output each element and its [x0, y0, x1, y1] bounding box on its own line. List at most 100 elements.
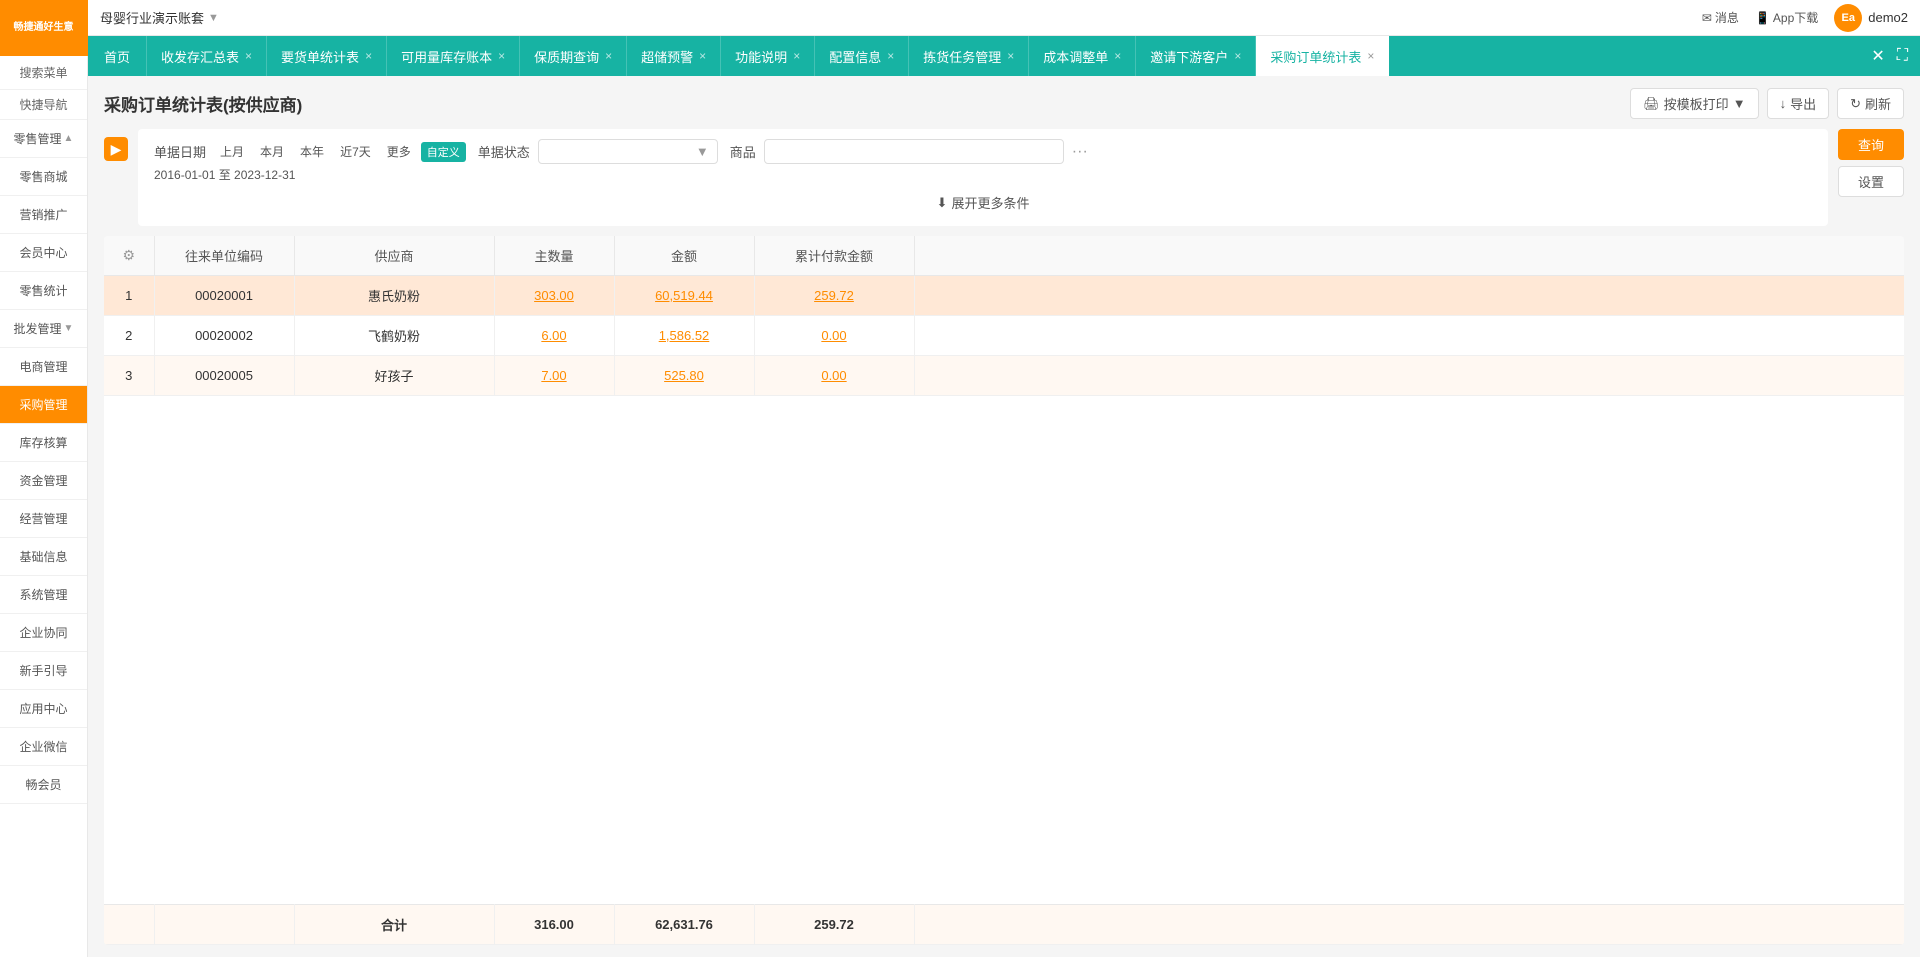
date-btn-this-month[interactable]: 本月 [254, 141, 290, 162]
sidebar-item-wechat[interactable]: 企业微信 [0, 728, 87, 766]
table-body: 1 00020001 惠氏奶粉 303.00 60,519.44 259.72 … [104, 276, 1904, 396]
gear-icon[interactable]: ⚙ [122, 247, 135, 263]
paid-link[interactable]: 0.00 [821, 368, 846, 383]
tab-purchase-stat[interactable]: 采购订单统计表 × [1256, 36, 1389, 76]
print-button[interactable]: 🖨 按模板打印 ▼ [1630, 88, 1758, 119]
tab-available-inventory[interactable]: 可用量库存账本 × [387, 36, 520, 76]
sidebar-item-wholesale[interactable]: 批发管理 ▼ [0, 310, 87, 348]
qty-link[interactable]: 7.00 [541, 368, 566, 383]
sidebar-item-system[interactable]: 系统管理 [0, 576, 87, 614]
tab-requisition-stat[interactable]: 要货单统计表 × [267, 36, 387, 76]
sidebar-item-operations[interactable]: 经营管理 [0, 500, 87, 538]
query-button[interactable]: 查询 [1838, 129, 1904, 160]
close-tab-icon[interactable]: ✕ [1867, 42, 1888, 70]
search-menu[interactable]: 搜索菜单 [0, 56, 87, 90]
qty-link[interactable]: 6.00 [541, 328, 566, 343]
sidebar-item-retail-stat[interactable]: 零售统计 [0, 272, 87, 310]
sidebar-item-purchase[interactable]: 采购管理 [0, 386, 87, 424]
expand-label: 展开更多条件 [951, 193, 1029, 212]
close-icon[interactable]: × [245, 49, 252, 63]
export-button[interactable]: ↓ 导出 [1767, 88, 1830, 119]
page-content: 采购订单统计表(按供应商) 🖨 按模板打印 ▼ ↓ 导出 ↻ 刷新 [88, 76, 1920, 957]
close-icon[interactable]: × [1234, 49, 1241, 63]
amount-link[interactable]: 60,519.44 [655, 288, 713, 303]
date-btn-7days[interactable]: 近7天 [334, 141, 377, 162]
paid-link[interactable]: 0.00 [821, 328, 846, 343]
tab-cost-adjust[interactable]: 成本调整单 × [1029, 36, 1136, 76]
table-row[interactable]: 3 00020005 好孩子 7.00 525.80 0.00 [104, 356, 1904, 396]
export-icon: ↓ [1780, 96, 1787, 111]
amount-link[interactable]: 1,586.52 [659, 328, 710, 343]
setting-button[interactable]: 设置 [1838, 166, 1904, 197]
maximize-icon[interactable]: ⛶ [1893, 43, 1912, 69]
date-btn-this-year[interactable]: 本年 [294, 141, 330, 162]
date-range-display: 2016-01-01 至 2023-12-31 [154, 166, 295, 183]
tab-invite-downstream[interactable]: 邀请下游客户 × [1136, 36, 1256, 76]
message-btn[interactable]: ✉ 消息 [1702, 9, 1739, 26]
expand-icon2: ▼ [64, 323, 74, 334]
sidebar-item-finance[interactable]: 资金管理 [0, 462, 87, 500]
close-icon[interactable]: × [498, 49, 505, 63]
close-icon[interactable]: × [605, 49, 612, 63]
close-icon[interactable]: × [1007, 49, 1014, 63]
row-index: 1 [104, 276, 154, 316]
logo-text: 畅捷通好生意 [14, 21, 74, 35]
expand-more-btn[interactable]: ⬇ 展开更多条件 [925, 189, 1042, 216]
close-icon[interactable]: × [793, 49, 800, 63]
sidebar-item-retail[interactable]: 零售管理 ▲ [0, 120, 87, 158]
sidebar-item-vip[interactable]: 畅会员 [0, 766, 87, 804]
qty-link[interactable]: 303.00 [534, 288, 574, 303]
sidebar-item-inventory[interactable]: 库存核算 [0, 424, 87, 462]
sidebar-item-ecommerce[interactable]: 电商管理 [0, 348, 87, 386]
table-header-row: ⚙ 往来单位编码 供应商 主数量 金额 累计付款金额 [104, 236, 1904, 276]
tab-overstock-warning[interactable]: 超储预警 × [627, 36, 721, 76]
app-download-btn[interactable]: 📱 App下载 [1755, 9, 1818, 26]
filter-row-date-range: 2016-01-01 至 2023-12-31 [154, 166, 1812, 183]
status-dropdown-icon: ▼ [696, 144, 709, 159]
tab-pick-task[interactable]: 拣货任务管理 × [909, 36, 1029, 76]
tabs-end-controls: ✕ ⛶ [1867, 42, 1920, 70]
sidebar-item-member[interactable]: 会员中心 [0, 234, 87, 272]
col-header-supplier: 供应商 [294, 236, 494, 276]
close-icon[interactable]: × [365, 49, 372, 63]
row-supplier: 好孩子 [294, 356, 494, 396]
row-extra [914, 276, 1904, 316]
tab-function-desc[interactable]: 功能说明 × [721, 36, 815, 76]
close-icon[interactable]: × [699, 49, 706, 63]
workspace-selector[interactable]: 母婴行业演示账套 ▼ [100, 8, 219, 27]
refresh-label: 刷新 [1865, 94, 1891, 113]
footer-empty-code [154, 905, 294, 945]
refresh-button[interactable]: ↻ 刷新 [1837, 88, 1904, 119]
close-icon[interactable]: × [887, 49, 894, 63]
date-btn-last-month[interactable]: 上月 [214, 141, 250, 162]
tab-warranty-query[interactable]: 保质期查询 × [520, 36, 627, 76]
table-row[interactable]: 2 00020002 飞鹤奶粉 6.00 1,586.52 0.00 [104, 316, 1904, 356]
sidebar-item-enterprise[interactable]: 企业协同 [0, 614, 87, 652]
filter-row-1: 单据日期 上月 本月 本年 近7天 更多 自定义 单据状态 [154, 139, 1812, 164]
sidebar-item-retail-mall[interactable]: 零售商城 [0, 158, 87, 196]
status-select[interactable]: ▼ [538, 139, 718, 164]
sidebar: 畅捷通好生意 搜索菜单 快捷导航 零售管理 ▲ 零售商城 营销推广 会员中心 零… [0, 0, 88, 957]
footer-label: 合计 [294, 905, 494, 945]
paid-link[interactable]: 259.72 [814, 288, 854, 303]
date-btn-more[interactable]: 更多 [381, 141, 417, 162]
close-icon[interactable]: × [1114, 49, 1121, 63]
sidebar-item-basic[interactable]: 基础信息 [0, 538, 87, 576]
goods-input[interactable] [764, 139, 1064, 164]
username: demo2 [1868, 10, 1908, 25]
goods-more-icon[interactable]: ··· [1072, 143, 1088, 161]
sidebar-item-newguide[interactable]: 新手引导 [0, 652, 87, 690]
amount-link[interactable]: 525.80 [664, 368, 704, 383]
quick-nav[interactable]: 快捷导航 [0, 90, 87, 120]
table-row[interactable]: 1 00020001 惠氏奶粉 303.00 60,519.44 259.72 [104, 276, 1904, 316]
sidebar-item-appcenter[interactable]: 应用中心 [0, 690, 87, 728]
workspace-arrow-icon: ▼ [208, 12, 219, 24]
filter-toggle-button[interactable]: ▶ [104, 137, 128, 161]
close-icon[interactable]: × [1367, 49, 1374, 63]
tab-config-info[interactable]: 配置信息 × [815, 36, 909, 76]
user-menu[interactable]: Ea demo2 [1834, 4, 1908, 32]
sidebar-item-marketing[interactable]: 营销推广 [0, 196, 87, 234]
tab-receive-summary[interactable]: 收发存汇总表 × [147, 36, 267, 76]
tab-home[interactable]: 首页 [88, 36, 147, 76]
status-filter-group: 单据状态 ▼ [478, 139, 718, 164]
